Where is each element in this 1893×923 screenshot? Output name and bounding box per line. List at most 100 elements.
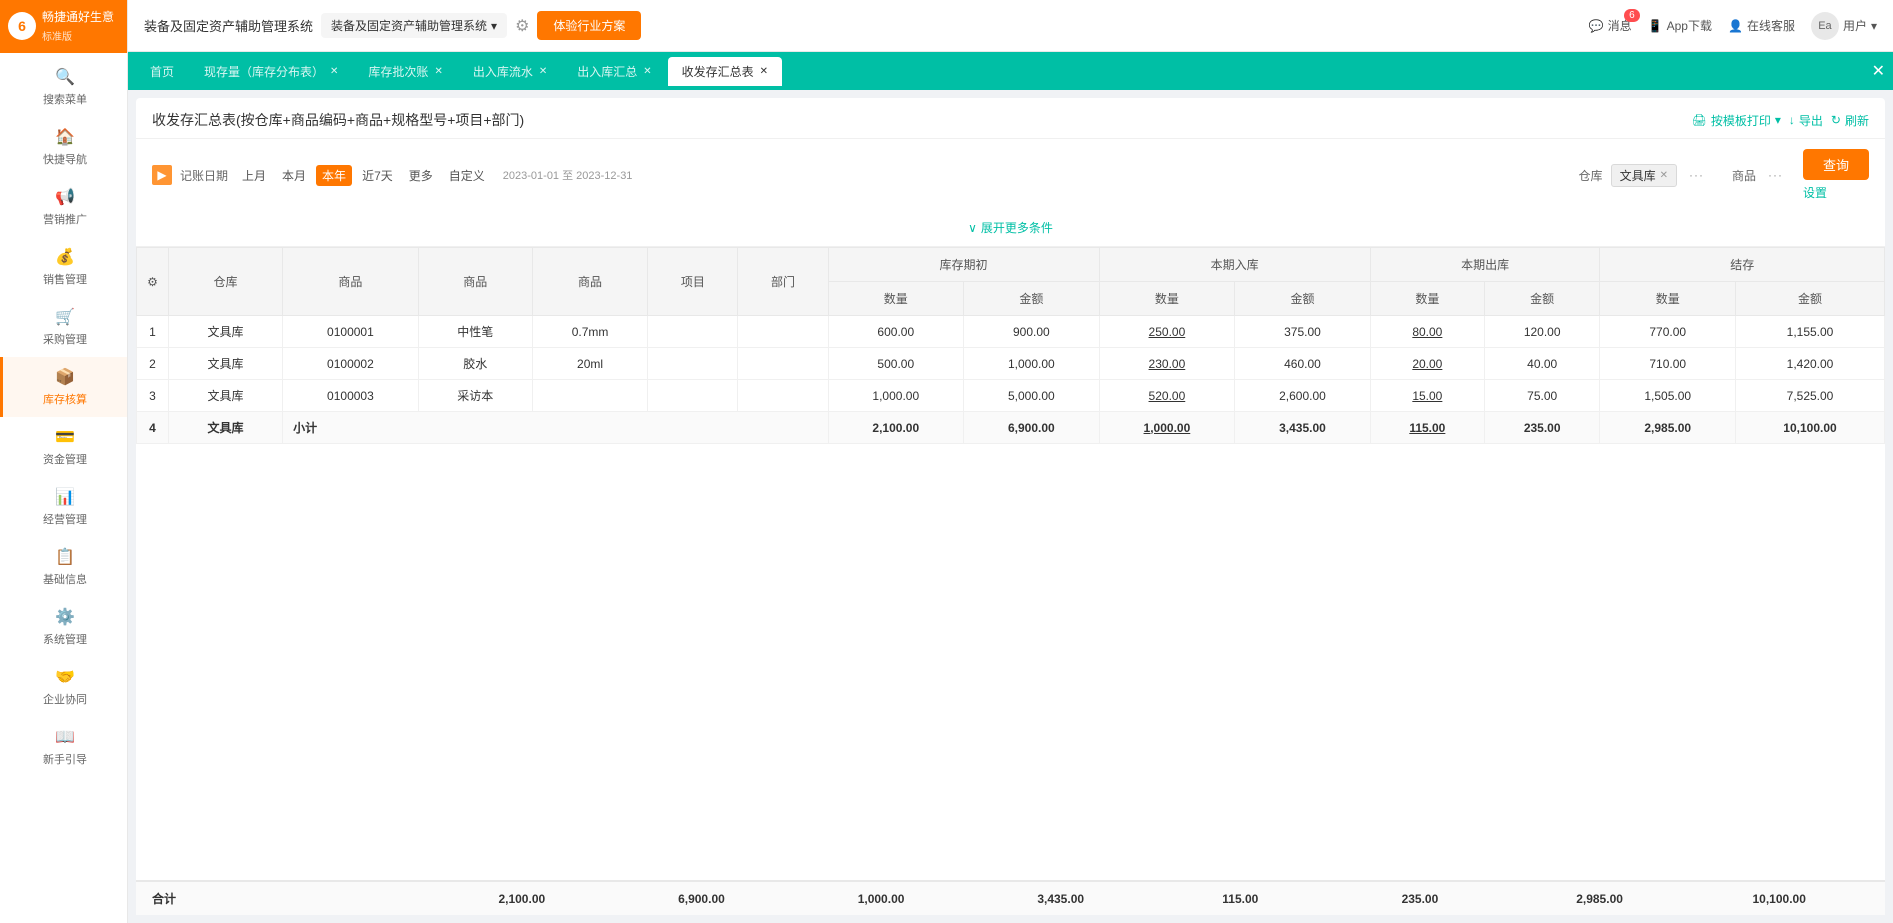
page-inner: 收发存汇总表(按仓库+商品编码+商品+规格型号+项目+部门) 🖨 按模板打印 ▾… <box>136 98 1885 915</box>
sidebar-item-finance[interactable]: 💳资金管理 <box>0 417 127 477</box>
row-dept <box>738 316 828 348</box>
init-stock-col-header: 库存期初 <box>828 248 1099 282</box>
tab-close-icon[interactable]: ✕ <box>539 66 547 77</box>
expand-more-button[interactable]: ∨ 展开更多条件 <box>968 219 1053 236</box>
data-table: ⚙ 仓库 商品 商品 商品 项目 部门 库存期初 本期入库 本期出库 结存 <box>136 247 1885 444</box>
refresh-button[interactable]: ↻ 刷新 <box>1831 112 1869 129</box>
row-out-qty[interactable]: 15.00 <box>1370 380 1484 412</box>
date-label: 记账日期 <box>180 167 228 184</box>
finance-icon: 💳 <box>55 427 75 447</box>
tab-close-icon[interactable]: ✕ <box>434 66 442 77</box>
sidebar-item-label: 基础信息 <box>43 571 87 587</box>
sidebar-item-system[interactable]: ⚙️系统管理 <box>0 597 127 657</box>
app-download-button[interactable]: 📱 App下载 <box>1648 17 1712 34</box>
settings-col-header[interactable]: ⚙ <box>137 248 169 316</box>
row-init-qty: 500.00 <box>828 348 964 380</box>
row-name: 胶水 <box>418 348 532 380</box>
date-btn-this-year[interactable]: 本年 <box>316 165 352 186</box>
sidebar-item-label: 企业协同 <box>43 691 87 707</box>
template-print-button[interactable]: 🖨 按模板打印 ▾ <box>1692 112 1781 129</box>
row-bal-qty: 710.00 <box>1600 348 1736 380</box>
row-in-amt: 460.00 <box>1235 348 1371 380</box>
sidebar-item-basic-info[interactable]: 📋基础信息 <box>0 537 127 597</box>
query-button[interactable]: 查询 <box>1803 149 1869 180</box>
date-btn-more[interactable]: 更多 <box>403 165 439 186</box>
row-in-qty[interactable]: 230.00 <box>1099 348 1235 380</box>
sidebar-item-inventory[interactable]: 📦库存核算 <box>0 357 127 417</box>
row-dept <box>738 380 828 412</box>
date-range: 2023-01-01 至 2023-12-31 <box>503 167 633 183</box>
row-spec <box>532 380 647 412</box>
goods-filter-dots[interactable]: ··· <box>1768 168 1783 182</box>
footer-out-amt: 235.00 <box>1380 892 1460 906</box>
sidebar-item-guide[interactable]: 📖新手引导 <box>0 717 127 777</box>
row-in-qty[interactable]: 250.00 <box>1099 316 1235 348</box>
sidebar-item-purchase[interactable]: 🛒采购管理 <box>0 297 127 357</box>
table-row: 2 文具库 0100002 胶水 20ml 500.00 1,000.00 23… <box>137 348 1885 380</box>
warehouse-tag-close[interactable]: ✕ <box>1660 170 1668 181</box>
tab-receive-summary[interactable]: 收发存汇总表✕ <box>668 57 782 86</box>
row-in-qty[interactable]: 520.00 <box>1099 380 1235 412</box>
row-init-qty: 600.00 <box>828 316 964 348</box>
tab-home[interactable]: 首页 <box>136 57 188 86</box>
tab-close-icon[interactable]: ✕ <box>643 66 651 77</box>
user-menu[interactable]: Ea 用户 ▾ <box>1811 12 1877 40</box>
sidebar-item-marketing[interactable]: 📢营销推广 <box>0 177 127 237</box>
tab-close-icon[interactable]: ✕ <box>330 66 338 77</box>
sidebar-nav: 🔍搜索菜单🏠快捷导航📢营销推广💰销售管理🛒采购管理📦库存核算💳资金管理📊经营管理… <box>0 53 127 923</box>
row-out-qty[interactable]: 20.00 <box>1370 348 1484 380</box>
app-download-label: App下载 <box>1667 17 1712 34</box>
topbar-right: 💬 消息 6 📱 App下载 👤 在线客服 Ea 用户 ▾ <box>1589 12 1877 40</box>
tab-inout-summary[interactable]: 出入库汇总✕ <box>563 57 665 86</box>
sidebar-item-search[interactable]: 🔍搜索菜单 <box>0 57 127 117</box>
footer-init-amt: 6,900.00 <box>661 892 741 906</box>
trial-button[interactable]: 体验行业方案 <box>537 11 641 40</box>
message-button[interactable]: 💬 消息 6 <box>1589 17 1632 34</box>
gear-icon[interactable]: ⚙ <box>515 16 529 36</box>
warehouse-filter-dots[interactable]: ··· <box>1689 168 1704 182</box>
date-btn-this-month[interactable]: 本月 <box>276 165 312 186</box>
template-print-label: 按模板打印 <box>1711 112 1771 129</box>
system-dropdown[interactable]: 装备及固定资产辅助管理系统 ▾ <box>321 13 507 38</box>
avatar: Ea <box>1811 12 1839 40</box>
tab-close-icon[interactable]: ✕ <box>760 66 768 77</box>
sidebar-item-enterprise[interactable]: 🤝企业协同 <box>0 657 127 717</box>
footer-in-qty: 1,000.00 <box>841 892 921 906</box>
online-service-button[interactable]: 👤 在线客服 <box>1728 17 1795 34</box>
tab-label: 现存量（库存分布表） <box>204 63 324 80</box>
tab-stock-dist[interactable]: 现存量（库存分布表） ✕ <box>190 57 352 86</box>
export-button[interactable]: ↓ 导出 <box>1789 112 1823 129</box>
dept-col-header: 部门 <box>738 248 828 316</box>
goods-label: 商品 <box>1732 167 1756 184</box>
filter-bar: ▶ 记账日期 上月 本月 本年 近7天 更多 自定义 2023-01-01 至 … <box>136 139 1885 247</box>
sidebar-item-label: 新手引导 <box>43 751 87 767</box>
page-header: 收发存汇总表(按仓库+商品编码+商品+规格型号+项目+部门) 🖨 按模板打印 ▾… <box>136 98 1885 139</box>
footer-in-amt: 3,435.00 <box>1021 892 1101 906</box>
close-all-tabs[interactable]: ✕ <box>1872 61 1885 81</box>
row-out-qty[interactable]: 80.00 <box>1370 316 1484 348</box>
date-btn-last-month[interactable]: 上月 <box>236 165 272 186</box>
date-btn-7days[interactable]: 近7天 <box>356 165 399 186</box>
date-btn-custom[interactable]: 自定义 <box>443 165 491 186</box>
row-project <box>648 348 738 380</box>
row-bal-qty: 770.00 <box>1600 316 1736 348</box>
sidebar-logo: 6 <box>8 12 36 40</box>
row-spec: 0.7mm <box>532 316 647 348</box>
tab-batch[interactable]: 库存批次账✕ <box>354 57 456 86</box>
settings-button[interactable]: 设置 <box>1803 184 1869 201</box>
bal-amt-header: 金额 <box>1736 282 1885 316</box>
filter-row: ▶ 记账日期 上月 本月 本年 近7天 更多 自定义 2023-01-01 至 … <box>152 149 1869 201</box>
sidebar-header: 6 畅捷通好生意 标准版 <box>0 0 127 53</box>
operations-icon: 📊 <box>55 487 75 507</box>
sidebar-item-operations[interactable]: 📊经营管理 <box>0 477 127 537</box>
sidebar-item-quick-nav[interactable]: 🏠快捷导航 <box>0 117 127 177</box>
filter-toggle-button[interactable]: ▶ <box>152 165 172 185</box>
row-init-amt: 900.00 <box>964 316 1100 348</box>
row-bal-amt: 1,155.00 <box>1736 316 1885 348</box>
sidebar-item-sales[interactable]: 💰销售管理 <box>0 237 127 297</box>
user-label: 用户 <box>1843 17 1867 34</box>
init-amt-header: 金额 <box>964 282 1100 316</box>
code-col-header: 商品 <box>283 248 419 316</box>
table-row: 3 文具库 0100003 采访本 1,000.00 5,000.00 520.… <box>137 380 1885 412</box>
tab-inout-flow[interactable]: 出入库流水✕ <box>459 57 561 86</box>
